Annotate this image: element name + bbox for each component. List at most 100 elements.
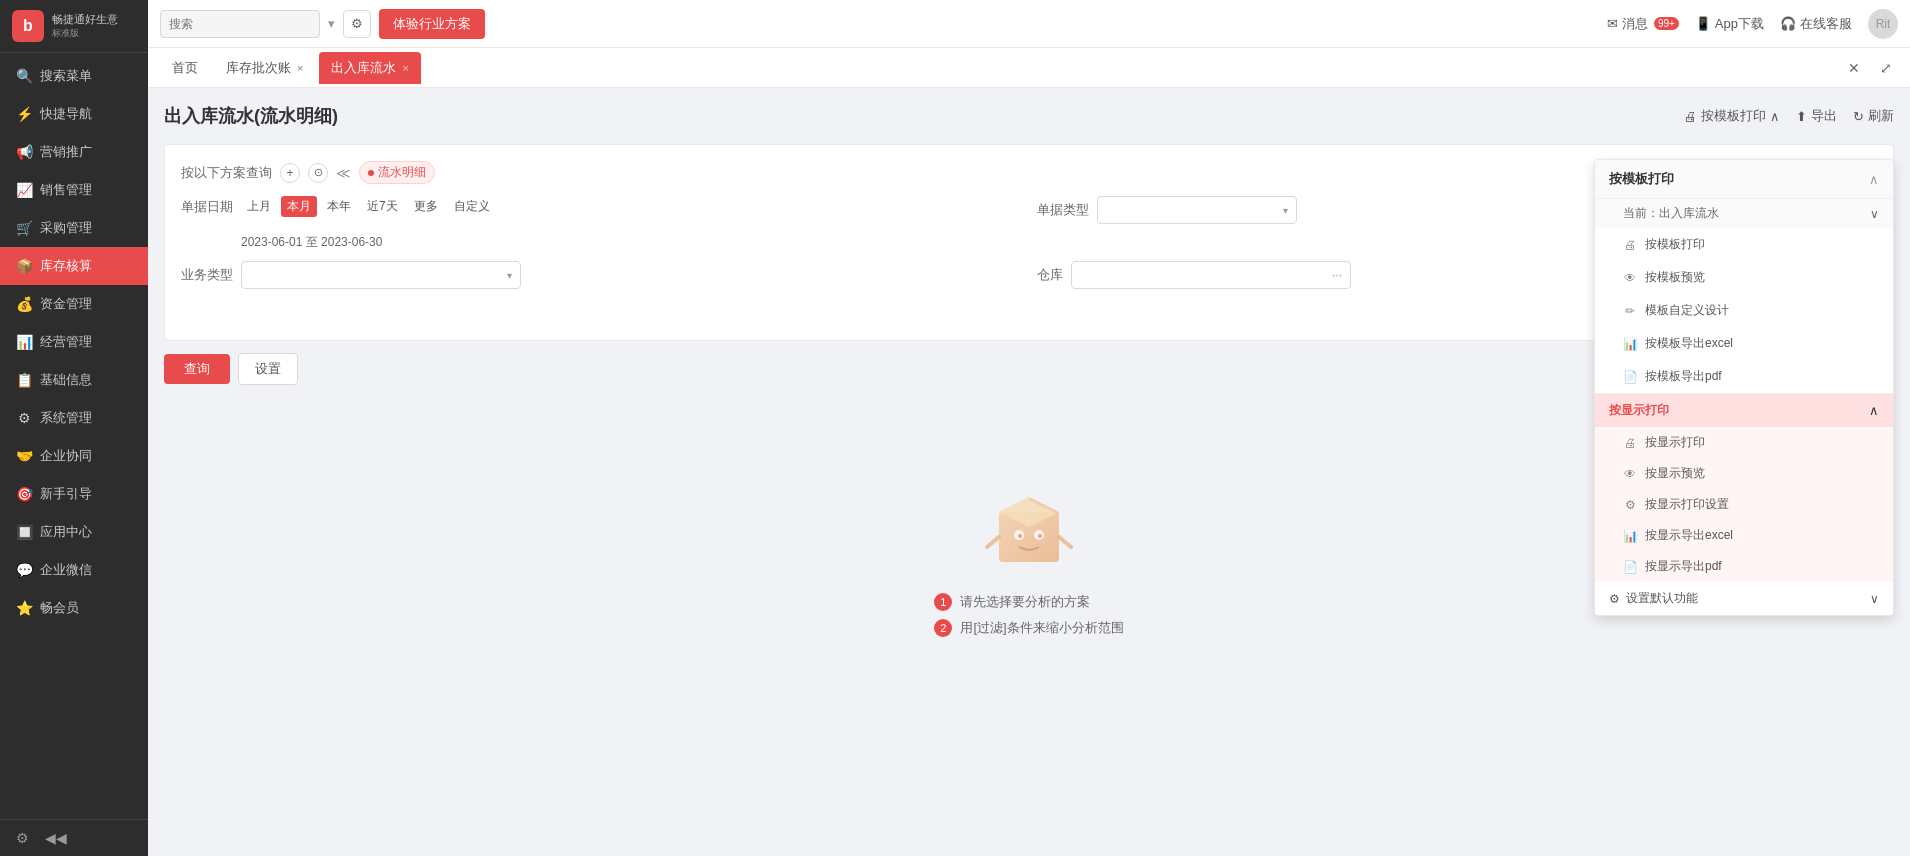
display-item-按显示预览[interactable]: 👁按显示预览 bbox=[1595, 458, 1893, 489]
close-window-button[interactable]: ✕ bbox=[1842, 56, 1866, 80]
business-type-select[interactable]: ▾ bbox=[241, 261, 521, 289]
sidebar-item-label-marketing: 营销推广 bbox=[40, 143, 92, 161]
appstore-icon: 🔲 bbox=[16, 524, 32, 540]
dropdown-current[interactable]: 当前：出入库流水 ∨ bbox=[1595, 199, 1893, 228]
message-action[interactable]: ✉ 消息 99+ bbox=[1607, 15, 1679, 33]
tab-home[interactable]: 首页 bbox=[160, 52, 210, 84]
item-label: 按显示打印 bbox=[1645, 434, 1705, 451]
sidebar-settings-icon[interactable]: ⚙ bbox=[16, 830, 29, 846]
filter-collapse-button[interactable]: ≪ bbox=[336, 165, 351, 181]
display-print-header[interactable]: 按显示打印 ∧ bbox=[1595, 394, 1893, 427]
user-avatar[interactable]: Rit bbox=[1868, 9, 1898, 39]
display-item-按显示导出excel[interactable]: 📊 按显示导出excel bbox=[1595, 520, 1893, 551]
search-input[interactable] bbox=[160, 10, 320, 38]
tab-flow[interactable]: 出入库流水× bbox=[319, 52, 420, 84]
sidebar-item-marketing[interactable]: 📢营销推广 bbox=[0, 133, 148, 171]
item-label: 按显示导出excel bbox=[1645, 527, 1733, 544]
refresh-button[interactable]: ↻ 刷新 bbox=[1853, 107, 1894, 125]
date-shortcut-本月[interactable]: 本月 bbox=[281, 196, 317, 217]
date-label: 单据日期 bbox=[181, 198, 233, 216]
item-icon: 📊 bbox=[1623, 529, 1637, 543]
template-item-按模板打印[interactable]: 🖨按模板打印 bbox=[1595, 228, 1893, 261]
display-item-按显示导出pdf[interactable]: 📄按显示导出pdf bbox=[1595, 551, 1893, 582]
filter-tag-dot bbox=[368, 170, 374, 176]
settings-button[interactable]: 设置 bbox=[238, 353, 298, 385]
sidebar-item-inventory[interactable]: 📦库存核算 bbox=[0, 247, 148, 285]
dropdown-collapse-icon[interactable]: ∧ bbox=[1869, 172, 1879, 187]
item-icon: 📄 bbox=[1623, 560, 1637, 574]
display-item-按显示打印[interactable]: 🖨 按显示打印 bbox=[1595, 427, 1893, 458]
sidebar-item-finance[interactable]: 💰资金管理 bbox=[0, 285, 148, 323]
online-service-label: 在线客服 bbox=[1800, 15, 1852, 33]
filter-settings-button[interactable]: ⊙ bbox=[308, 163, 328, 183]
date-shortcut-近7天[interactable]: 近7天 bbox=[361, 196, 404, 217]
dropdown-footer[interactable]: ⚙ 设置默认功能 ∨ bbox=[1595, 582, 1893, 615]
sidebar-item-purchase[interactable]: 🛒采购管理 bbox=[0, 209, 148, 247]
item-icon: 🖨 bbox=[1623, 436, 1637, 450]
sidebar-item-enterprise[interactable]: 🤝企业协同 bbox=[0, 437, 148, 475]
dropdown-title: 按模板打印 bbox=[1609, 170, 1674, 188]
template-item-按模板导出excel[interactable]: 📊按模板导出excel bbox=[1595, 327, 1893, 360]
sidebar-item-label-operation: 经营管理 bbox=[40, 333, 92, 351]
warehouse-input[interactable]: ··· bbox=[1071, 261, 1351, 289]
display-item-按显示打印设置[interactable]: ⚙按显示打印设置 bbox=[1595, 489, 1893, 520]
template-item-按模板导出pdf[interactable]: 📄按模板导出pdf bbox=[1595, 360, 1893, 393]
online-service-action[interactable]: 🎧 在线客服 bbox=[1780, 15, 1852, 33]
page-actions: 🖨 按模板打印 ∧ ⬆ 导出 ↻ 刷新 按模板打印 ∧ bbox=[1684, 107, 1894, 125]
operation-icon: 📊 bbox=[16, 334, 32, 350]
filter-business-item: 业务类型 ▾ bbox=[181, 261, 1021, 289]
sidebar-item-label-search: 搜索菜单 bbox=[40, 67, 92, 85]
business-type-label: 业务类型 bbox=[181, 266, 233, 284]
active-filter-tag[interactable]: 流水明细 bbox=[359, 161, 435, 184]
refresh-label: 刷新 bbox=[1868, 107, 1894, 125]
page-content: 出入库流水(流水明细) 🖨 按模板打印 ∧ ⬆ 导出 ↻ 刷新 bbox=[148, 88, 1910, 856]
filter-add-button[interactable]: + bbox=[280, 163, 300, 183]
settings-icon: ⚙ bbox=[1609, 592, 1620, 606]
svg-point-5 bbox=[1018, 534, 1022, 538]
tab-close-batch[interactable]: × bbox=[297, 62, 303, 74]
step-1-text: 请先选择要分析的方案 bbox=[960, 593, 1090, 611]
page-title: 出入库流水(流水明细) bbox=[164, 104, 338, 128]
industry-button[interactable]: 体验行业方案 bbox=[379, 9, 485, 39]
guide-icon: 🎯 bbox=[16, 486, 32, 502]
filter-title: 按以下方案查询 bbox=[181, 164, 272, 182]
footer-label: 设置默认功能 bbox=[1626, 590, 1698, 607]
sidebar-item-guide[interactable]: 🎯新手引导 bbox=[0, 475, 148, 513]
sidebar-item-shortcut[interactable]: ⚡快捷导航 bbox=[0, 95, 148, 133]
sidebar-item-search[interactable]: 🔍搜索菜单 bbox=[0, 57, 148, 95]
tab-close-flow[interactable]: × bbox=[402, 62, 408, 74]
sidebar-item-sales[interactable]: 📈销售管理 bbox=[0, 171, 148, 209]
warehouse-label: 仓库 bbox=[1037, 266, 1063, 284]
template-items: 🖨按模板打印👁按模板预览✏模板自定义设计📊按模板导出excel📄按模板导出pdf bbox=[1595, 228, 1893, 393]
sidebar-item-member[interactable]: ⭐畅会员 bbox=[0, 589, 148, 627]
date-shortcut-自定义[interactable]: 自定义 bbox=[448, 196, 496, 217]
tab-batch[interactable]: 库存批次账× bbox=[214, 52, 315, 84]
expand-window-button[interactable]: ⤢ bbox=[1874, 56, 1898, 80]
template-item-按模板预览[interactable]: 👁按模板预览 bbox=[1595, 261, 1893, 294]
sidebar: b 畅捷通好生意 标准版 🔍搜索菜单⚡快捷导航📢营销推广📈销售管理🛒采购管理📦库… bbox=[0, 0, 148, 856]
tab-label-home: 首页 bbox=[172, 59, 198, 77]
sidebar-item-appstore[interactable]: 🔲应用中心 bbox=[0, 513, 148, 551]
sidebar-item-operation[interactable]: 📊 经营管理 bbox=[0, 323, 148, 361]
sidebar-item-basic[interactable]: 📋基础信息 bbox=[0, 361, 148, 399]
sidebar-collapse-icon[interactable]: ◀◀ bbox=[45, 830, 67, 846]
printer-icon: 🖨 bbox=[1684, 109, 1697, 124]
member-icon: ⭐ bbox=[16, 600, 32, 616]
display-print-label: 按显示打印 bbox=[1609, 402, 1669, 419]
export-button[interactable]: ⬆ 导出 bbox=[1796, 107, 1837, 125]
topbar-right: ✉ 消息 99+ 📱 App下载 🎧 在线客服 Rit bbox=[1607, 9, 1898, 39]
date-shortcut-本年[interactable]: 本年 bbox=[321, 196, 357, 217]
sidebar-item-label-finance: 资金管理 bbox=[40, 295, 92, 313]
refresh-icon: ↻ bbox=[1853, 109, 1864, 124]
sidebar-item-wechat[interactable]: 💬企业微信 bbox=[0, 551, 148, 589]
app-download-action[interactable]: 📱 App下载 bbox=[1695, 15, 1764, 33]
template-item-模板自定义设计[interactable]: ✏模板自定义设计 bbox=[1595, 294, 1893, 327]
voucher-type-select[interactable]: ▾ bbox=[1097, 196, 1297, 224]
print-button[interactable]: 🖨 按模板打印 ∧ bbox=[1684, 107, 1780, 125]
topbar-gear-button[interactable]: ⚙ bbox=[343, 10, 371, 38]
date-shortcut-更多[interactable]: 更多 bbox=[408, 196, 444, 217]
query-button[interactable]: 查询 bbox=[164, 354, 230, 384]
date-shortcut-上月[interactable]: 上月 bbox=[241, 196, 277, 217]
topbar-dropdown-arrow[interactable]: ▾ bbox=[328, 16, 335, 31]
sidebar-item-system[interactable]: ⚙系统管理 bbox=[0, 399, 148, 437]
